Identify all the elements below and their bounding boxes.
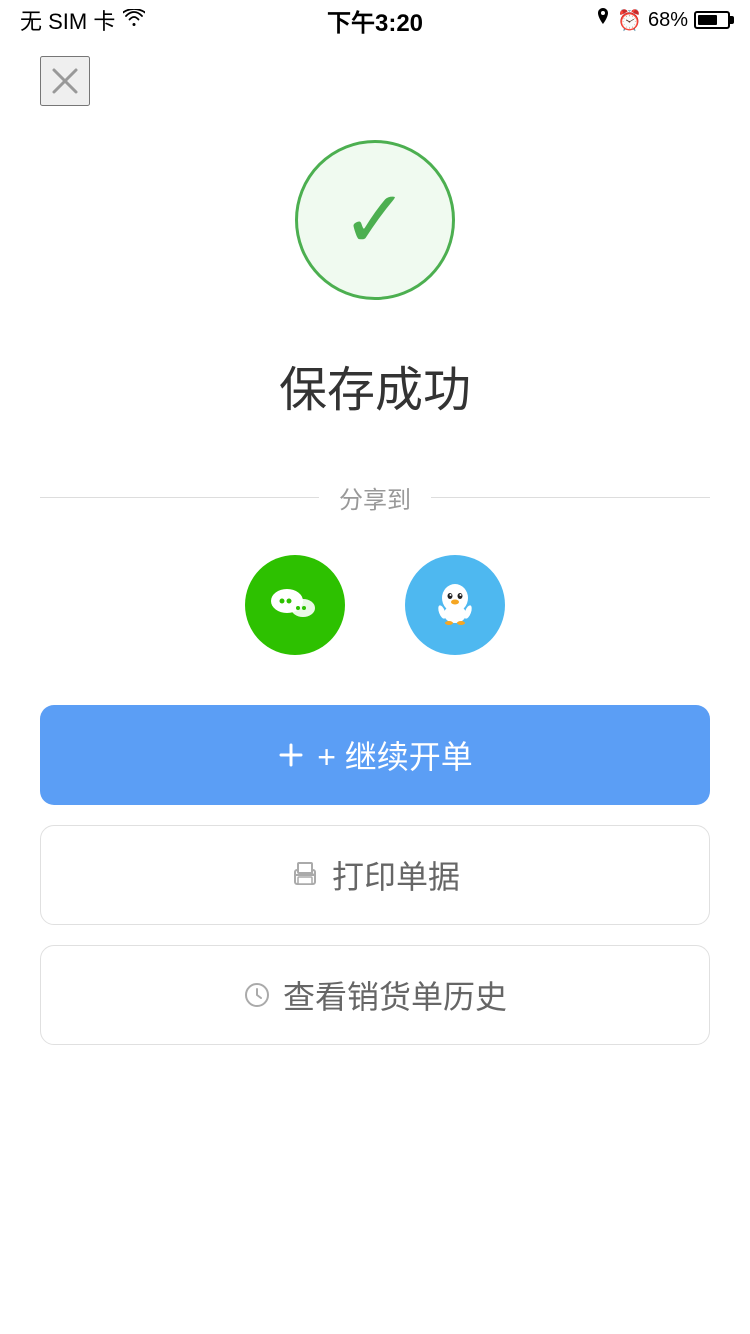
share-label: 分享到 [339,480,411,515]
main-content: ✓ 保存成功 分享到 [0,40,750,1045]
battery-percent: 68% [648,9,688,32]
status-right: ⏰ 68% [595,8,730,33]
alarm-icon: ⏰ [617,8,642,33]
success-icon-circle: ✓ [295,140,455,300]
location-icon [595,8,611,32]
print-icon [290,861,320,889]
battery-container [694,11,730,29]
status-bar: 无 SIM 卡 下午3:20 ⏰ 68% [0,0,750,40]
close-button[interactable] [40,56,90,106]
share-divider: 分享到 [40,480,710,515]
qq-icon [426,576,484,634]
checkmark-icon: ✓ [341,180,408,260]
print-button[interactable]: 打印单据 [40,825,710,925]
wechat-icon [265,575,325,635]
status-time: 下午3:20 [327,3,423,38]
continue-label: + 继续开单 [317,732,473,778]
print-label: 打印单据 [332,852,460,898]
share-icons [40,555,710,655]
share-section: 分享到 [0,480,750,655]
action-buttons: + 继续开单 打印单据 查看销货单历史 [0,705,750,1045]
history-icon [243,981,271,1009]
history-label: 查看销货单历史 [283,972,507,1018]
status-left: 无 SIM 卡 [20,4,145,36]
qq-share-button[interactable] [405,555,505,655]
wechat-share-button[interactable] [245,555,345,655]
history-button[interactable]: 查看销货单历史 [40,945,710,1045]
wifi-icon [123,7,145,33]
continue-button[interactable]: + 继续开单 [40,705,710,805]
sim-label: 无 SIM 卡 [20,4,115,36]
plus-icon [277,741,305,769]
success-title: 保存成功 [279,350,471,420]
